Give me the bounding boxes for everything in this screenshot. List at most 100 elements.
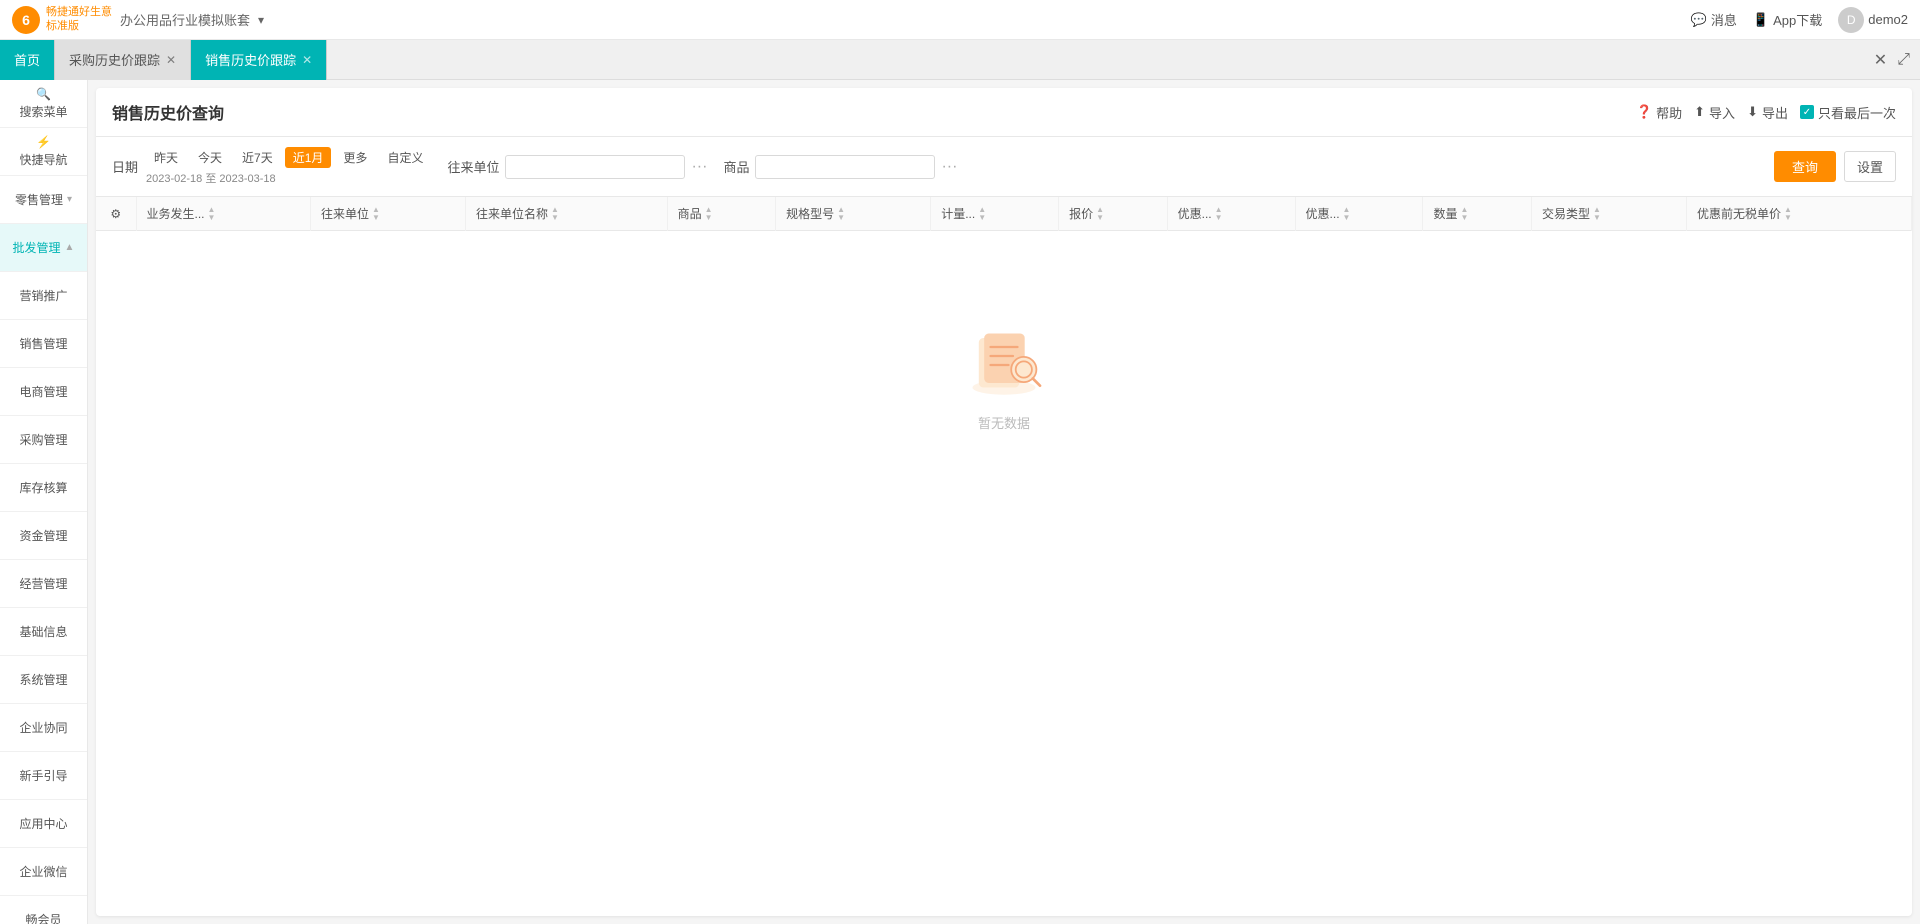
col-price[interactable]: 报价 ▲▼ (1059, 197, 1168, 231)
date-filter-group: 日期 昨天 今天 近7天 近1月 更多 自定义 2023-02-18 至 202… (112, 147, 431, 186)
sidebar-item-newbie[interactable]: 新手引导 (0, 752, 87, 800)
help-icon: ❓ (1636, 104, 1652, 120)
sidebar-item-quick-nav[interactable]: ⚡ 快捷导航 (0, 128, 87, 176)
partner-filter-group: 往来单位 ··· (447, 155, 707, 179)
filter-actions: 查询 设置 (1774, 151, 1896, 182)
page-header: 销售历史价查询 ❓ 帮助 ⬆ 导入 ⬇ 导出 只看最后一次 (96, 88, 1912, 137)
sort-pretax-price: ▲▼ (1784, 206, 1792, 222)
sort-tx-type: ▲▼ (1593, 206, 1601, 222)
logo-text: 畅捷通好生意 标准版 (46, 6, 112, 32)
sidebar-item-marketing[interactable]: 营销推广 (0, 272, 87, 320)
main-layout: 🔍 搜索菜单 ⚡ 快捷导航 零售管理 ▾ 批发管理 ▲ 营销推广 销售管理 电商… (0, 80, 1920, 924)
sidebar: 🔍 搜索菜单 ⚡ 快捷导航 零售管理 ▾ 批发管理 ▲ 营销推广 销售管理 电商… (0, 80, 88, 924)
column-settings-icon[interactable]: ⚙ (110, 207, 121, 221)
data-table: ⚙ 业务发生... ▲▼ 往来单位 ▲▼ (96, 197, 1912, 231)
topbar-title: 办公用品行业模拟账套 (120, 10, 250, 29)
col-discount1[interactable]: 优惠... ▲▼ (1167, 197, 1295, 231)
partner-input[interactable] (505, 155, 685, 179)
tab-purchase-history[interactable]: 采购历史价跟踪 ✕ (55, 40, 191, 80)
topbar: 6 畅捷通好生意 标准版 办公用品行业模拟账套 ▾ 💬 消息 📱 App下载 D… (0, 0, 1920, 40)
maximize-button[interactable]: ⤢ (1897, 51, 1910, 69)
only-last-checkbox[interactable]: 只看最后一次 (1800, 103, 1896, 122)
page-title: 销售历史价查询 (112, 100, 224, 124)
col-product[interactable]: 商品 ▲▼ (667, 197, 776, 231)
product-input[interactable] (755, 155, 935, 179)
topbar-right: 💬 消息 📱 App下载 D demo2 (1691, 7, 1908, 33)
sidebar-item-purchase[interactable]: 采购管理 (0, 416, 87, 464)
user-menu[interactable]: D demo2 (1838, 7, 1908, 33)
col-unit[interactable]: 计量... ▲▼ (931, 197, 1059, 231)
tab-sales-history-close[interactable]: ✕ (302, 53, 312, 67)
sidebar-item-wholesale[interactable]: 批发管理 ▲ (0, 224, 87, 272)
close-all-tabs-button[interactable]: ✕ (1874, 50, 1887, 70)
col-tx-type[interactable]: 交易类型 ▲▼ (1531, 197, 1686, 231)
col-partner-name[interactable]: 往来单位名称 ▲▼ (466, 197, 668, 231)
sidebar-item-system[interactable]: 系统管理 (0, 656, 87, 704)
logo-area: 6 畅捷通好生意 标准版 (12, 6, 112, 34)
sort-unit: ▲▼ (978, 206, 986, 222)
sidebar-item-inventory[interactable]: 库存核算 (0, 464, 87, 512)
sidebar-item-sales-mgmt[interactable]: 销售管理 (0, 320, 87, 368)
tab-home[interactable]: 首页 (0, 40, 55, 80)
phone-icon: 📱 (1753, 12, 1769, 28)
tabbar-actions: ✕ ⤢ (1874, 50, 1920, 70)
date-btn-1month[interactable]: 近1月 (285, 147, 332, 168)
app-download-button[interactable]: 📱 App下载 (1753, 10, 1822, 29)
tab-sales-history[interactable]: 销售历史价跟踪 ✕ (191, 40, 327, 80)
col-qty[interactable]: 数量 ▲▼ (1423, 197, 1532, 231)
product-filter-group: 商品 ··· (723, 155, 957, 179)
sort-partner-code: ▲▼ (372, 206, 380, 222)
import-button[interactable]: ⬆ 导入 (1694, 103, 1735, 122)
product-label: 商品 (723, 157, 749, 176)
topbar-dropdown-icon[interactable]: ▾ (258, 13, 264, 27)
date-btn-yesterday[interactable]: 昨天 (146, 147, 186, 168)
logo-icon: 6 (12, 6, 40, 34)
sidebar-item-basic-info[interactable]: 基础信息 (0, 608, 87, 656)
sidebar-item-enterprise[interactable]: 企业协同 (0, 704, 87, 752)
sidebar-item-member[interactable]: 畅会员 (0, 896, 87, 924)
date-btn-custom[interactable]: 自定义 (379, 147, 431, 168)
col-biz-date[interactable]: 业务发生... ▲▼ (136, 197, 310, 231)
date-label: 日期 (112, 157, 138, 176)
table-header-row: ⚙ 业务发生... ▲▼ 往来单位 ▲▼ (96, 197, 1912, 231)
wholesale-expand-icon: ▲ (65, 242, 75, 253)
sort-qty: ▲▼ (1460, 206, 1468, 222)
export-icon: ⬇ (1747, 104, 1758, 120)
quick-nav-icon: ⚡ (36, 135, 51, 149)
sidebar-item-retail[interactable]: 零售管理 ▾ (0, 176, 87, 224)
tabbar: 首页 采购历史价跟踪 ✕ 销售历史价跟踪 ✕ ✕ ⤢ (0, 40, 1920, 80)
sidebar-item-operations[interactable]: 经营管理 (0, 560, 87, 608)
col-settings[interactable]: ⚙ (96, 197, 136, 231)
sidebar-item-finance[interactable]: 资金管理 (0, 512, 87, 560)
sidebar-item-ecommerce[interactable]: 电商管理 (0, 368, 87, 416)
sidebar-item-wechat[interactable]: 企业微信 (0, 848, 87, 896)
partner-select-button[interactable]: ··· (691, 158, 707, 176)
sidebar-item-search[interactable]: 🔍 搜索菜单 (0, 80, 87, 128)
col-pretax-price[interactable]: 优惠前无税单价 ▲▼ (1687, 197, 1912, 231)
page-actions: ❓ 帮助 ⬆ 导入 ⬇ 导出 只看最后一次 (1636, 103, 1896, 122)
settings-button[interactable]: 设置 (1844, 151, 1896, 182)
message-button[interactable]: 💬 消息 (1691, 10, 1737, 29)
import-icon: ⬆ (1694, 104, 1705, 120)
date-options: 昨天 今天 近7天 近1月 更多 自定义 (146, 147, 431, 168)
avatar: D (1838, 7, 1864, 33)
query-button[interactable]: 查询 (1774, 151, 1836, 182)
help-button[interactable]: ❓ 帮助 (1636, 103, 1682, 122)
product-select-button[interactable]: ··· (941, 158, 957, 176)
sort-discount1: ▲▼ (1215, 206, 1223, 222)
date-btn-today[interactable]: 今天 (190, 147, 230, 168)
tab-purchase-history-close[interactable]: ✕ (166, 53, 176, 67)
col-discount2[interactable]: 优惠... ▲▼ (1295, 197, 1423, 231)
content-area: 销售历史价查询 ❓ 帮助 ⬆ 导入 ⬇ 导出 只看最后一次 (96, 88, 1912, 916)
partner-label: 往来单位 (447, 157, 499, 176)
date-btn-7days[interactable]: 近7天 (234, 147, 281, 168)
col-spec[interactable]: 规格型号 ▲▼ (776, 197, 931, 231)
sort-price: ▲▼ (1096, 206, 1104, 222)
message-icon: 💬 (1691, 12, 1707, 28)
date-btn-more[interactable]: 更多 (335, 147, 375, 168)
date-range: 2023-02-18 至 2023-03-18 (146, 170, 431, 186)
sidebar-item-app-center[interactable]: 应用中心 (0, 800, 87, 848)
col-partner-code[interactable]: 往来单位 ▲▼ (310, 197, 465, 231)
export-button[interactable]: ⬇ 导出 (1747, 103, 1788, 122)
filter-bar: 日期 昨天 今天 近7天 近1月 更多 自定义 2023-02-18 至 202… (96, 137, 1912, 197)
